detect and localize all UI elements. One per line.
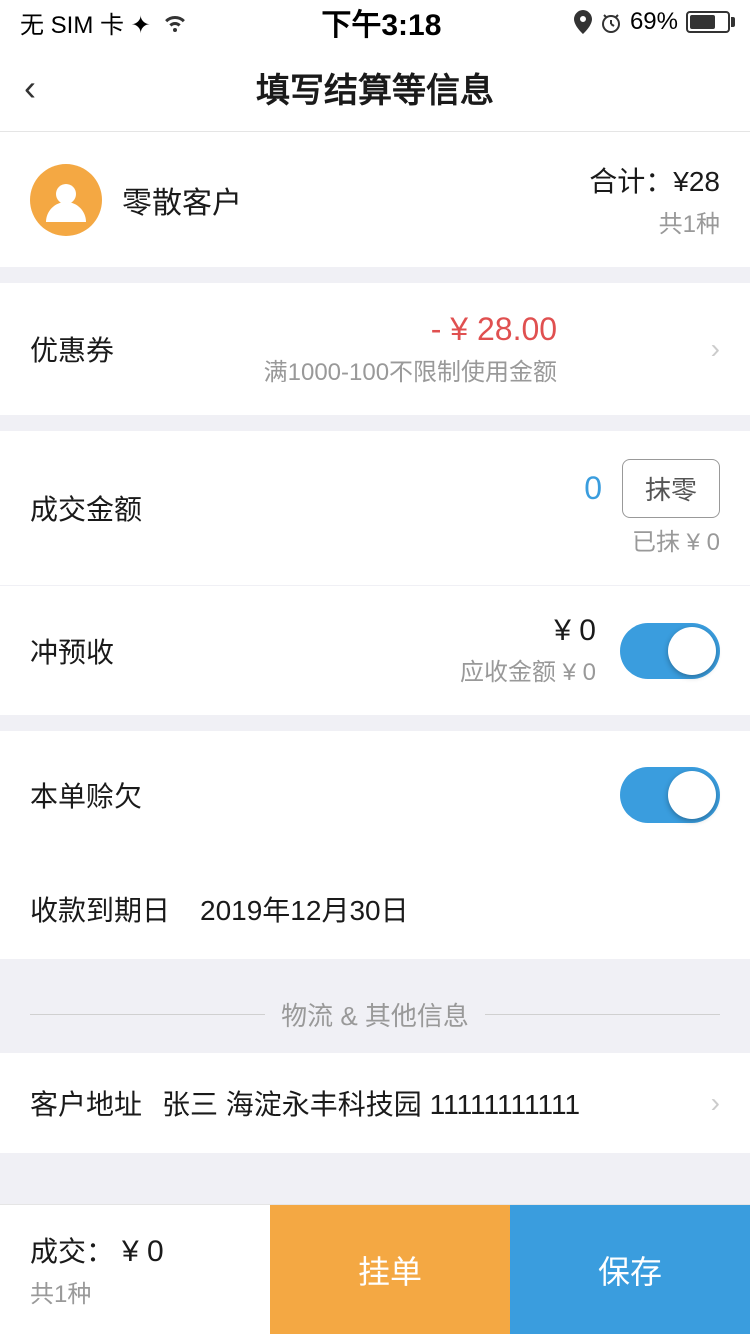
battery-label: 69% [630, 8, 678, 36]
bottom-bar: 成交： ¥ 0 共1种 挂单 保存 [0, 1204, 750, 1334]
summary-deal: 成交： ¥ 0 [30, 1230, 240, 1270]
deal-label: 成交： [30, 1230, 114, 1270]
address-chevron: › [707, 1087, 720, 1119]
round-button[interactable]: 抹零 [622, 459, 720, 518]
amount-right: 0 抹零 [584, 459, 720, 518]
credit-row: 本单赊欠 [0, 731, 750, 859]
location-icon [574, 10, 592, 34]
prepay-sub: 应收金额 ¥ 0 [460, 652, 596, 687]
toggle-knob [668, 627, 716, 675]
customer-total: 合计：¥28 共1种 [589, 160, 720, 239]
credit-label: 本单赊欠 [30, 775, 142, 815]
save-button[interactable]: 保存 [510, 1205, 750, 1334]
bottom-summary: 成交： ¥ 0 共1种 [0, 1230, 270, 1309]
coupon-value: - ¥ 28.00 [264, 311, 557, 348]
prepay-right: ¥ 0 应收金额 ¥ 0 [460, 614, 720, 687]
coupon-desc: 满1000-100不限制使用金额 [264, 352, 557, 387]
prepay-amount-block: ¥ 0 应收金额 ¥ 0 [460, 614, 596, 687]
toggle-knob-credit [668, 771, 716, 819]
back-button[interactable]: ‹ [24, 67, 36, 109]
amount-sub: 已抹 ¥ 0 [632, 522, 720, 557]
total-count: 共1种 [589, 204, 720, 239]
status-bar: 无 SIM 卡 ✦ 下午3:18 69% [0, 0, 750, 44]
avatar [30, 164, 102, 236]
due-date-section: 收款到期日 2019年12月30日 [0, 859, 750, 960]
logistics-divider: 物流 & 其他信息 [0, 976, 750, 1053]
address-chevron-icon: › [711, 1087, 720, 1119]
coupon-row[interactable]: 优惠券 - ¥ 28.00 满1000-100不限制使用金额 › [0, 283, 750, 415]
status-right: 69% [574, 8, 730, 36]
status-time: 下午3:18 [321, 0, 441, 44]
content: 零散客户 合计：¥28 共1种 优惠券 - ¥ 28.00 满1000-100不… [0, 132, 750, 1299]
customer-name: 零散客户 [122, 178, 242, 222]
chevron-right-icon: › [711, 333, 720, 365]
due-date-row[interactable]: 收款到期日 2019年12月30日 [0, 859, 750, 960]
address-row[interactable]: 客户地址 张三 海淀永丰科技园 11111111111 › [0, 1053, 750, 1153]
address-label: 客户地址 [30, 1083, 142, 1123]
user-icon [44, 178, 88, 222]
summary-count: 共1种 [30, 1274, 240, 1309]
divider-line-right [485, 1014, 720, 1015]
wifi-icon [161, 12, 189, 32]
customer-left: 零散客户 [30, 164, 242, 236]
prepay-row: 冲预收 ¥ 0 应收金额 ¥ 0 [0, 586, 750, 715]
coupon-section: 优惠券 - ¥ 28.00 满1000-100不限制使用金额 › [0, 283, 750, 415]
coupon-label: 优惠券 [30, 329, 114, 369]
prepay-amount: ¥ 0 [460, 614, 596, 648]
amount-section: 成交金额 0 抹零 已抹 ¥ 0 冲预收 ¥ 0 应收金额 ¥ 0 [0, 431, 750, 715]
nav-bar: ‹ 填写结算等信息 [0, 44, 750, 132]
alarm-icon [600, 11, 622, 33]
due-date-label: 收款到期日 [30, 889, 170, 929]
logistics-label: 物流 & 其他信息 [281, 996, 469, 1033]
amount-row: 成交金额 0 抹零 已抹 ¥ 0 [0, 431, 750, 586]
hold-button[interactable]: 挂单 [270, 1205, 510, 1334]
divider-line-left [30, 1014, 265, 1015]
amount-label: 成交金额 [30, 488, 142, 528]
battery-icon [686, 11, 730, 33]
page-title: 填写结算等信息 [256, 63, 494, 112]
sim-label: 无 SIM 卡 ✦ [20, 5, 151, 40]
customer-row: 零散客户 合计：¥28 共1种 [0, 132, 750, 267]
prepay-label: 冲预收 [30, 631, 114, 671]
status-left: 无 SIM 卡 ✦ [20, 5, 189, 40]
bottom-actions: 挂单 保存 [270, 1205, 750, 1334]
credit-section: 本单赊欠 [0, 731, 750, 859]
due-date-value: 2019年12月30日 [200, 889, 409, 929]
deal-amount: ¥ 0 [122, 1235, 164, 1269]
prepay-toggle[interactable] [620, 623, 720, 679]
address-value: 张三 海淀永丰科技园 11111111111 [162, 1083, 707, 1123]
address-section: 客户地址 张三 海淀永丰科技园 11111111111 › [0, 1053, 750, 1153]
coupon-right: - ¥ 28.00 满1000-100不限制使用金额 [264, 311, 557, 387]
credit-toggle[interactable] [620, 767, 720, 823]
total-amount: 合计：¥28 [589, 160, 720, 200]
amount-value: 0 [584, 470, 602, 507]
